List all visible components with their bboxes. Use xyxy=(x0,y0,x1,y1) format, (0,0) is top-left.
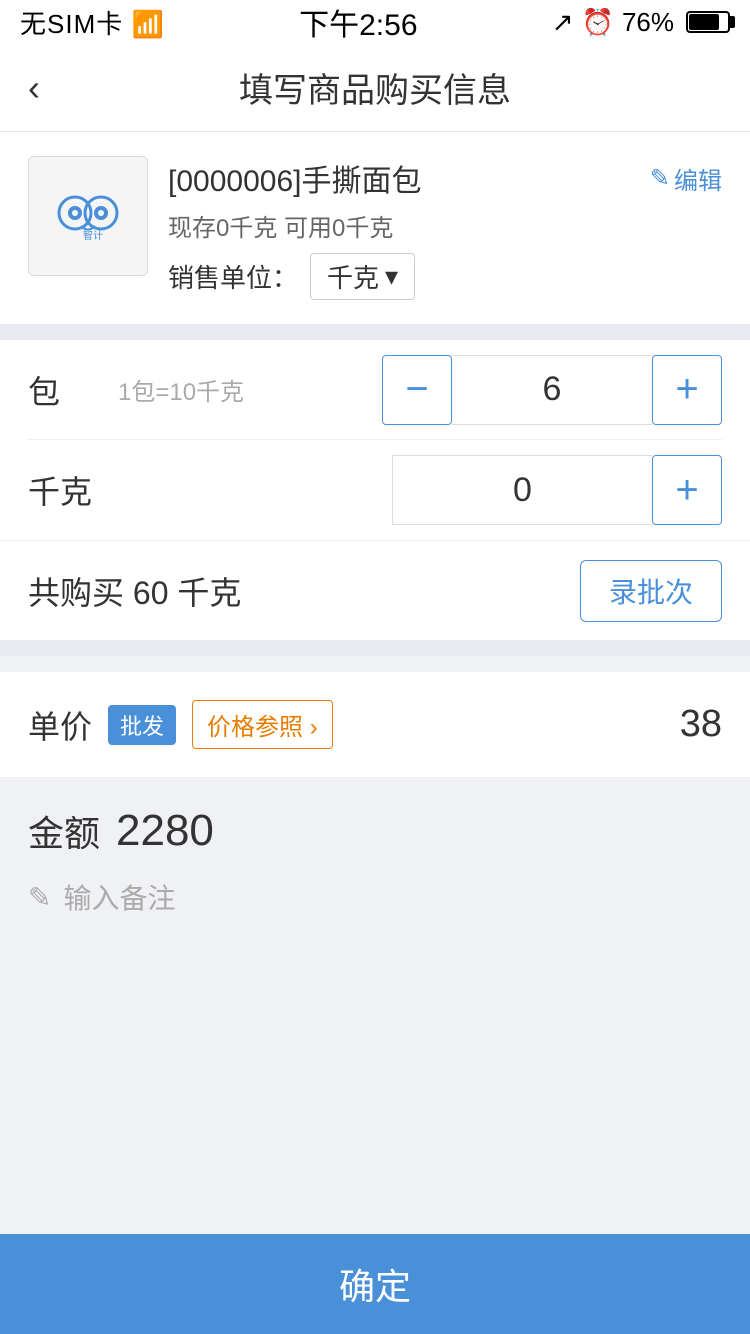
amount-row: 金额 2280 xyxy=(28,805,722,857)
package-controls: − + xyxy=(382,355,722,425)
separator-1 xyxy=(0,324,750,340)
product-card: 智计 [0000006]手撕面包 ✎ 编辑 现存0千克 可用0千克 销售单位： … xyxy=(0,132,750,324)
kg-label: 千克 xyxy=(28,467,108,513)
package-decrease-button[interactable]: − xyxy=(382,355,452,425)
product-unit-row: 销售单位： 千克 ▾ xyxy=(168,253,722,300)
amount-value: 2280 xyxy=(116,806,214,856)
kg-controls: + xyxy=(392,455,722,525)
nav-bar: ‹ 填写商品购买信息 xyxy=(0,44,750,132)
product-name: [0000006]手撕面包 xyxy=(168,156,421,200)
package-increase-button[interactable]: + xyxy=(652,355,722,425)
separator-2 xyxy=(0,640,750,656)
product-info: [0000006]手撕面包 ✎ 编辑 现存0千克 可用0千克 销售单位： 千克 … xyxy=(168,156,722,300)
product-name-row: [0000006]手撕面包 ✎ 编辑 xyxy=(168,156,722,200)
unit-select[interactable]: 千克 ▾ xyxy=(310,253,415,300)
product-image: 智计 xyxy=(28,156,148,276)
batch-button[interactable]: 录批次 xyxy=(580,560,722,622)
price-label: 单价 xyxy=(28,702,92,748)
amount-label: 金额 xyxy=(28,805,100,857)
page-title: 填写商品购买信息 xyxy=(239,63,511,112)
package-quantity-input[interactable] xyxy=(452,355,652,425)
package-hint: 1包=10千克 xyxy=(118,372,382,407)
product-logo-icon: 智计 xyxy=(53,191,123,241)
price-value: 38 xyxy=(680,703,722,746)
edit-label: 编辑 xyxy=(674,161,722,196)
svg-text:智计: 智计 xyxy=(83,229,103,241)
kg-quantity-input[interactable] xyxy=(392,455,652,525)
price-type-badge: 批发 xyxy=(108,705,176,745)
confirm-button[interactable]: 确定 xyxy=(0,1234,750,1334)
unit-label: 销售单位： xyxy=(168,258,298,295)
pencil-icon: ✎ xyxy=(28,881,51,914)
kg-input-row: 千克 + xyxy=(28,440,722,540)
kg-increase-button[interactable]: + xyxy=(652,455,722,525)
status-bar: 无SIM卡 📶 下午2:56 ↗ ⏰ 76% xyxy=(0,0,750,44)
edit-button[interactable]: ✎ 编辑 xyxy=(650,161,722,196)
back-button[interactable]: ‹ xyxy=(28,67,40,109)
total-label: 共购买 60 千克 xyxy=(28,568,241,614)
unit-dropdown-icon: ▾ xyxy=(385,261,398,292)
remark-row[interactable]: ✎ 输入备注 xyxy=(28,877,722,945)
carrier-text: 无SIM卡 📶 xyxy=(20,4,165,41)
price-section: 单价 批发 价格参照 › 38 xyxy=(0,672,750,777)
package-label: 包 xyxy=(28,367,108,413)
remark-placeholder: 输入备注 xyxy=(63,877,175,917)
empty-space xyxy=(0,945,750,1265)
battery-text: 76% xyxy=(622,7,674,38)
total-row: 共购买 60 千克 录批次 xyxy=(0,540,750,640)
location-icon: ↗ xyxy=(552,7,574,38)
back-icon: ‹ xyxy=(28,67,40,109)
amount-section: 金额 2280 ✎ 输入备注 xyxy=(0,777,750,945)
unit-value: 千克 xyxy=(327,258,379,295)
price-row: 单价 批发 价格参照 › 38 xyxy=(28,700,722,749)
package-input-row: 包 1包=10千克 − + xyxy=(28,340,722,440)
battery-icon xyxy=(686,11,730,33)
status-right: ↗ ⏰ 76% xyxy=(552,7,730,38)
edit-icon: ✎ xyxy=(650,164,670,193)
product-stock: 现存0千克 可用0千克 xyxy=(168,208,722,243)
price-reference-button[interactable]: 价格参照 › xyxy=(192,700,333,749)
alarm-icon: ⏰ xyxy=(582,7,614,38)
input-section: 包 1包=10千克 − + 千克 + xyxy=(0,340,750,540)
time-text: 下午2:56 xyxy=(299,0,417,44)
